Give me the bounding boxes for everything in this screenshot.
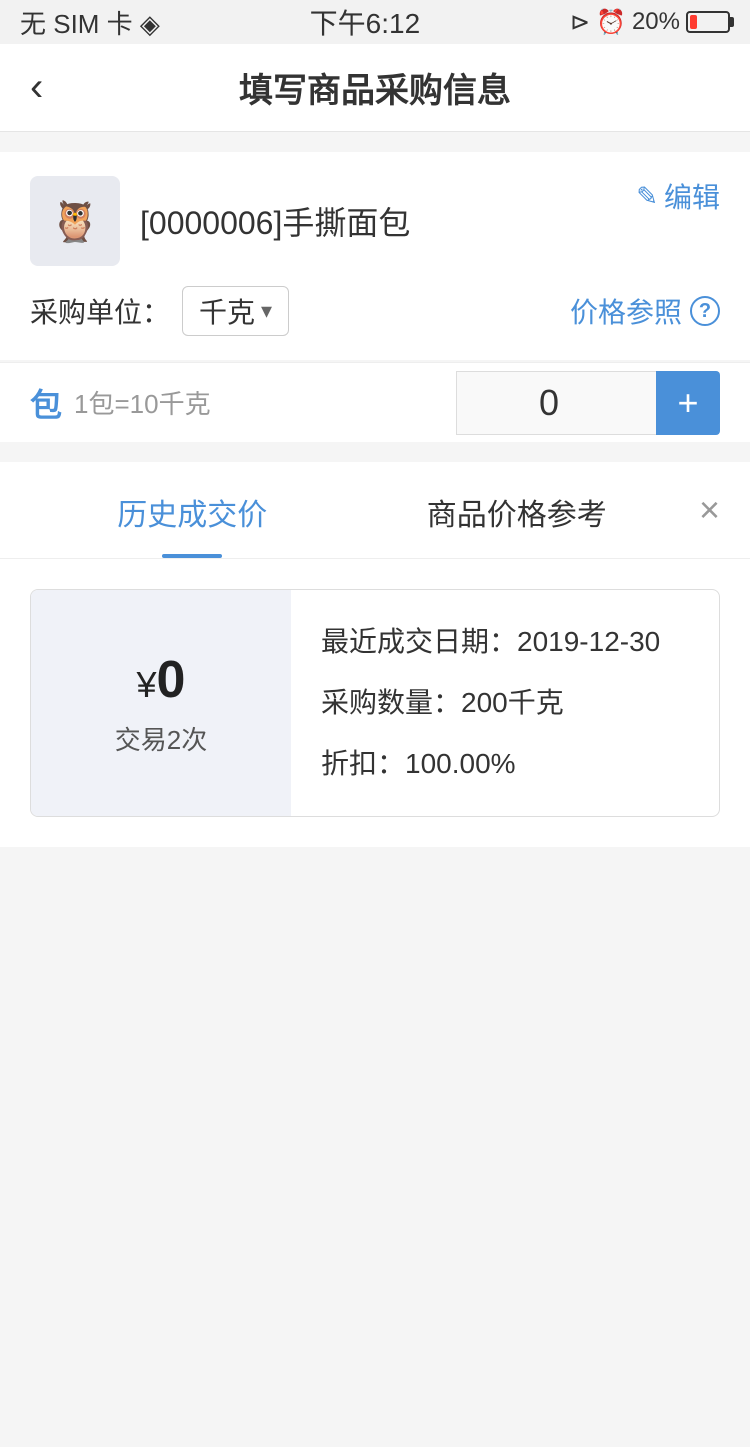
purchase-qty-row: 采购数量：200千克 bbox=[321, 681, 689, 726]
dropdown-arrow-icon: ▾ bbox=[261, 298, 272, 324]
tab-close-button[interactable]: × bbox=[679, 479, 720, 541]
price-ref-button[interactable]: 价格参照 ? bbox=[570, 291, 720, 331]
recent-date-value: 2019-12-30 bbox=[517, 626, 660, 657]
recent-date-label: 最近成交日期： bbox=[321, 626, 517, 657]
quantity-label: 包 1包=10千克 bbox=[30, 380, 211, 426]
product-icon: 🦉 bbox=[50, 198, 100, 245]
tab-history-price[interactable]: 历史成交价 bbox=[30, 462, 354, 558]
page-title: 填写商品采购信息 bbox=[239, 63, 511, 112]
discount-row: 折扣：100.00% bbox=[321, 742, 689, 787]
price-number: 0 bbox=[157, 651, 186, 709]
price-card-right: 最近成交日期：2019-12-30 采购数量：200千克 折扣：100.00% bbox=[291, 590, 719, 816]
location-icon: ⊳ bbox=[570, 8, 590, 37]
currency-symbol: ¥ bbox=[137, 664, 157, 705]
purchase-unit-label: 采购单位： bbox=[30, 291, 170, 331]
purchase-qty-label: 采购数量： bbox=[321, 687, 461, 718]
main-area bbox=[0, 847, 750, 1447]
tab-panel: 历史成交价 商品价格参考 × ¥0 交易2次 最近成交日期：2019-12-30… bbox=[0, 462, 750, 847]
sim-label: 无 SIM 卡 ◈ bbox=[20, 4, 160, 41]
product-section: 🦉 [0000006]手撕面包 ✎ 编辑 采购单位： 千克 ▾ 价格参照 ? bbox=[0, 152, 750, 360]
unit-box-label: 包 bbox=[30, 380, 62, 426]
status-time: 下午6:12 bbox=[310, 2, 421, 42]
price-card: ¥0 交易2次 最近成交日期：2019-12-30 采购数量：200千克 折扣：… bbox=[30, 589, 720, 817]
battery-icon bbox=[686, 11, 730, 33]
edit-button[interactable]: ✎ 编辑 bbox=[636, 176, 720, 216]
battery-fill bbox=[690, 15, 697, 29]
status-right: ⊳ ⏰ 20% bbox=[570, 8, 730, 37]
tab-header: 历史成交价 商品价格参考 × bbox=[0, 462, 750, 559]
tab-content: ¥0 交易2次 最近成交日期：2019-12-30 采购数量：200千克 折扣：… bbox=[0, 559, 750, 847]
quantity-section: 包 1包=10千克 + bbox=[0, 362, 750, 442]
unit-conversion-label: 1包=10千克 bbox=[74, 384, 211, 421]
unit-left: 采购单位： 千克 ▾ bbox=[30, 286, 289, 336]
quantity-input-group: + bbox=[456, 371, 720, 435]
product-header: 🦉 [0000006]手撕面包 ✎ 编辑 bbox=[30, 176, 720, 266]
quantity-input[interactable] bbox=[456, 371, 656, 435]
unit-value: 千克 bbox=[199, 291, 255, 331]
product-name: [0000006]手撕面包 bbox=[140, 198, 410, 244]
back-button[interactable]: ‹ bbox=[30, 65, 43, 110]
edit-icon: ✎ bbox=[636, 181, 658, 212]
alarm-icon: ⏰ bbox=[596, 8, 626, 37]
help-icon: ? bbox=[690, 296, 720, 326]
edit-label: 编辑 bbox=[664, 176, 720, 216]
price-card-left: ¥0 交易2次 bbox=[31, 590, 291, 816]
unit-selector[interactable]: 千克 ▾ bbox=[182, 286, 289, 336]
price-ref-label: 价格参照 bbox=[570, 291, 682, 331]
price-value: ¥0 bbox=[137, 650, 186, 710]
purchase-qty-value: 200千克 bbox=[461, 687, 564, 718]
discount-label: 折扣： bbox=[321, 748, 405, 779]
product-thumbnail: 🦉 bbox=[30, 176, 120, 266]
recent-date-row: 最近成交日期：2019-12-30 bbox=[321, 620, 689, 665]
trade-count: 交易2次 bbox=[115, 720, 207, 757]
increment-button[interactable]: + bbox=[656, 371, 720, 435]
status-left: 无 SIM 卡 ◈ bbox=[20, 4, 160, 41]
tab-product-price-ref[interactable]: 商品价格参考 bbox=[354, 462, 678, 558]
discount-value: 100.00% bbox=[405, 748, 516, 779]
unit-row: 采购单位： 千克 ▾ 价格参照 ? bbox=[30, 286, 720, 336]
status-bar: 无 SIM 卡 ◈ 下午6:12 ⊳ ⏰ 20% bbox=[0, 0, 750, 44]
nav-bar: ‹ 填写商品采购信息 bbox=[0, 44, 750, 132]
product-left: 🦉 [0000006]手撕面包 bbox=[30, 176, 410, 266]
battery-percent: 20% bbox=[632, 8, 680, 36]
